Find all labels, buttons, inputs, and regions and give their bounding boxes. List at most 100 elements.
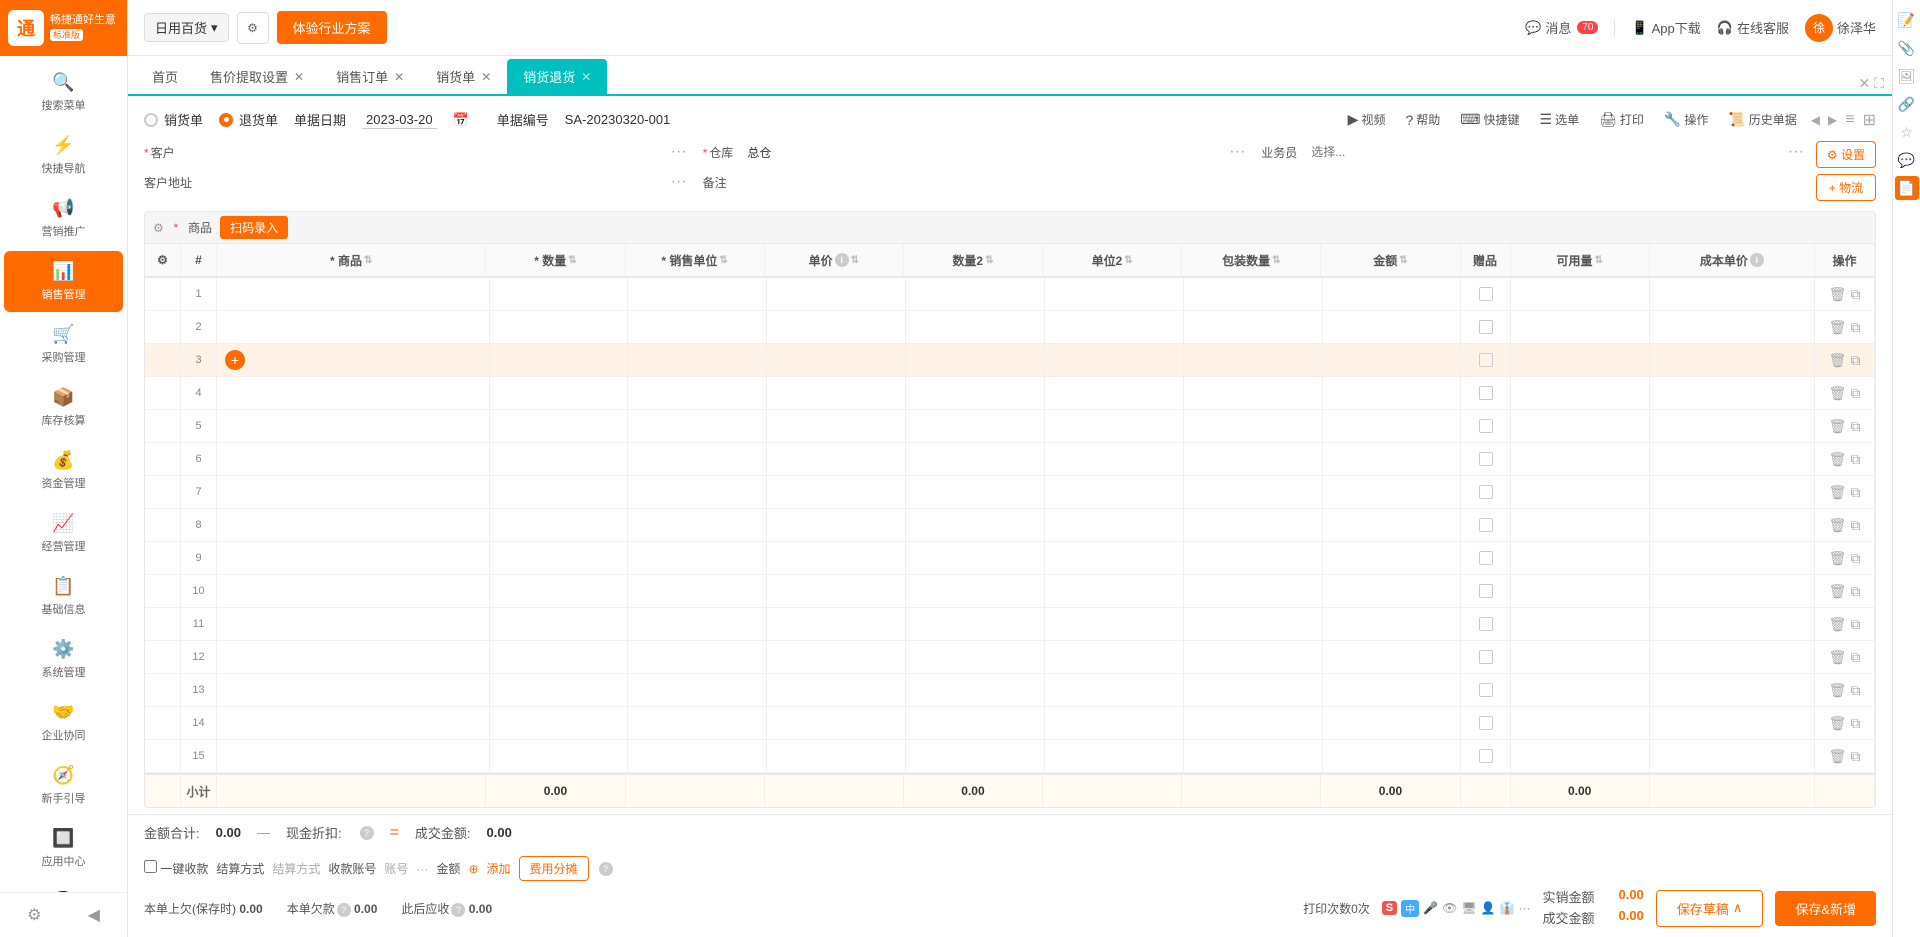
row-delete-14[interactable]: 🗑	[1829, 715, 1847, 732]
person-icon[interactable]: 👤	[1481, 901, 1496, 915]
row-cost-5[interactable]	[1650, 410, 1815, 442]
row-copy-1[interactable]: ⧉	[1850, 286, 1860, 303]
row-qty2-15[interactable]	[906, 740, 1045, 772]
mic-icon[interactable]: 🎤	[1423, 901, 1438, 915]
online-service-item[interactable]: 🎧 在线客服	[1717, 18, 1789, 37]
nav-prev-icon[interactable]: ◀	[1811, 113, 1820, 127]
row-gift-3[interactable]	[1461, 344, 1511, 376]
row-delete-7[interactable]: 🗑	[1829, 484, 1847, 501]
row-product-14[interactable]	[217, 707, 490, 739]
row-amount-10[interactable]	[1323, 575, 1462, 607]
row-qty-13[interactable]	[490, 674, 629, 706]
row-available-6[interactable]	[1511, 443, 1650, 475]
row-product-9[interactable]	[217, 542, 490, 574]
row-product-7[interactable]	[217, 476, 490, 508]
gift-checkbox-3[interactable]	[1479, 353, 1493, 367]
row-unit2-2[interactable]	[1045, 311, 1184, 343]
radio-return-btn[interactable]	[219, 113, 233, 127]
row-gift-13[interactable]	[1461, 674, 1511, 706]
sidebar-item-sales[interactable]: 📊 销售管理	[4, 251, 123, 312]
row-delete-8[interactable]: 🗑	[1829, 517, 1847, 534]
monitor-icon[interactable]: 🖥	[1461, 901, 1476, 915]
expense-help-icon[interactable]: ?	[599, 862, 613, 876]
row-delete-5[interactable]: 🗑	[1829, 418, 1847, 435]
row-price-14[interactable]	[767, 707, 906, 739]
row-delete-12[interactable]: 🗑	[1829, 649, 1847, 666]
row-available-1[interactable]	[1511, 278, 1650, 310]
row-price-7[interactable]	[767, 476, 906, 508]
row-pkg-6[interactable]	[1184, 443, 1323, 475]
row-qty-15[interactable]	[490, 740, 629, 772]
sidebar-item-wechat[interactable]: 💬 企业微信	[4, 881, 123, 892]
sidebar-item-finance[interactable]: 💰 资金管理	[4, 440, 123, 501]
row-unit2-6[interactable]	[1045, 443, 1184, 475]
row-unit-8[interactable]	[628, 509, 767, 541]
row-qty-1[interactable]	[490, 278, 629, 310]
add-label[interactable]: 添加	[487, 860, 511, 877]
row-cost-2[interactable]	[1650, 311, 1815, 343]
row-cost-11[interactable]	[1650, 608, 1815, 640]
row-pkg-3[interactable]	[1184, 344, 1323, 376]
product-input-3[interactable]	[245, 353, 453, 367]
row-pkg-10[interactable]	[1184, 575, 1323, 607]
row-unit-10[interactable]	[628, 575, 767, 607]
radio-return[interactable]: 退货单	[219, 110, 278, 129]
gift-checkbox-2[interactable]	[1479, 320, 1493, 334]
action-history[interactable]: 📜 历史单据	[1722, 108, 1802, 131]
row-qty2-9[interactable]	[906, 542, 1045, 574]
gift-checkbox-15[interactable]	[1479, 749, 1493, 763]
row-product-8[interactable]	[217, 509, 490, 541]
action-select[interactable]: ☰ 选单	[1534, 108, 1586, 131]
row-qty2-10[interactable]	[906, 575, 1045, 607]
row-product-3[interactable]: +	[217, 344, 490, 376]
row-gift-4[interactable]	[1461, 377, 1511, 409]
row-unit2-10[interactable]	[1045, 575, 1184, 607]
row-product-10[interactable]	[217, 575, 490, 607]
row-copy-3[interactable]: ⧉	[1850, 352, 1860, 369]
eye-icon[interactable]: 👁	[1442, 901, 1457, 915]
gift-checkbox-6[interactable]	[1479, 452, 1493, 466]
row-copy-15[interactable]: ⧉	[1850, 748, 1860, 765]
row-price-2[interactable]	[767, 311, 906, 343]
sidebar-item-enterprise[interactable]: 🤝 企业协同	[4, 692, 123, 753]
row-available-11[interactable]	[1511, 608, 1650, 640]
row-qty2-2[interactable]	[906, 311, 1045, 343]
row-copy-13[interactable]: ⧉	[1850, 682, 1860, 699]
expense-split-button[interactable]: 费用分摊	[519, 856, 589, 881]
row-available-12[interactable]	[1511, 641, 1650, 673]
row-gift-7[interactable]	[1461, 476, 1511, 508]
row-pkg-13[interactable]	[1184, 674, 1323, 706]
row-copy-8[interactable]: ⧉	[1850, 517, 1860, 534]
logistics-button[interactable]: + 物流	[1816, 174, 1876, 201]
row-price-1[interactable]	[767, 278, 906, 310]
one-key-checkbox[interactable]: 一键收款	[144, 860, 208, 877]
row-copy-7[interactable]: ⧉	[1850, 484, 1860, 501]
sidebar-settings-icon[interactable]: ⚙	[23, 901, 45, 929]
row-copy-5[interactable]: ⧉	[1850, 418, 1860, 435]
row-available-7[interactable]	[1511, 476, 1650, 508]
row-cost-15[interactable]	[1650, 740, 1815, 772]
receive-help-icon[interactable]: ?	[451, 903, 465, 917]
row-unit-7[interactable]	[628, 476, 767, 508]
row-pkg-8[interactable]	[1184, 509, 1323, 541]
row-unit2-3[interactable]	[1045, 344, 1184, 376]
row-amount-1[interactable]	[1323, 278, 1462, 310]
row-amount-13[interactable]	[1323, 674, 1462, 706]
row-qty-5[interactable]	[490, 410, 629, 442]
row-qty2-6[interactable]	[906, 443, 1045, 475]
action-operation[interactable]: 🔧 操作	[1658, 108, 1714, 131]
row-copy-9[interactable]: ⧉	[1850, 550, 1860, 567]
row-unit2-7[interactable]	[1045, 476, 1184, 508]
row-cost-9[interactable]	[1650, 542, 1815, 574]
row-cost-7[interactable]	[1650, 476, 1815, 508]
row-copy-11[interactable]: ⧉	[1850, 616, 1860, 633]
row-product-11[interactable]	[217, 608, 490, 640]
gift-checkbox-8[interactable]	[1479, 518, 1493, 532]
right-panel-note[interactable]: 📝	[1895, 8, 1919, 32]
row-pkg-2[interactable]	[1184, 311, 1323, 343]
row-available-13[interactable]	[1511, 674, 1650, 706]
right-panel-link[interactable]: 🔗	[1895, 92, 1919, 116]
remark-input[interactable]	[735, 171, 1246, 193]
right-panel-active[interactable]: 📄	[1895, 176, 1919, 200]
sidebar-collapse-icon[interactable]: ◀	[84, 901, 104, 929]
